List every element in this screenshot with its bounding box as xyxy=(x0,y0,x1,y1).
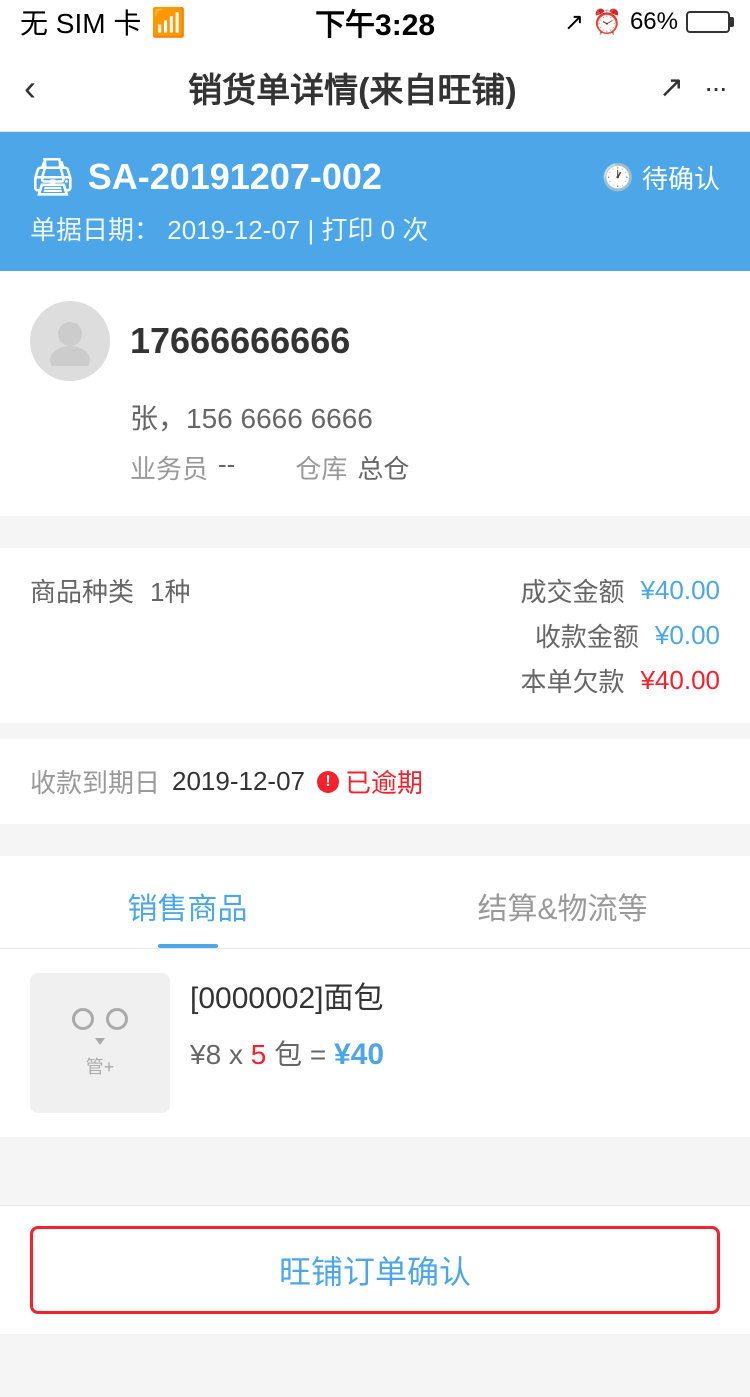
tab-products[interactable]: 销售商品 xyxy=(0,856,375,948)
tabs: 销售商品 结算&物流等 xyxy=(0,856,750,949)
alarm-icon: ⏰ xyxy=(592,8,622,37)
customer-name: 张，156 6666 6666 xyxy=(130,397,720,437)
amount-value: ¥40.00 xyxy=(640,575,720,606)
owl-beak xyxy=(95,1038,105,1045)
received-row: 收款金额 ¥0.00 xyxy=(535,617,720,654)
owed-value: ¥40.00 xyxy=(640,665,720,696)
warehouse-value: 总仓 xyxy=(357,449,409,486)
due-date-value: 2019-12-07 xyxy=(172,766,305,797)
product-price-row: ¥8 x 5 包 = ¥40 xyxy=(190,1033,720,1073)
salesman-value: -- xyxy=(218,449,235,486)
nav-actions: ↗ ··· xyxy=(659,70,726,105)
bottom-button-area: 旺铺订单确认 xyxy=(0,1205,750,1334)
divider-2 xyxy=(0,840,750,856)
received-value: ¥0.00 xyxy=(655,620,720,651)
owl-label: 管+ xyxy=(86,1053,115,1079)
product-placeholder: 管+ xyxy=(72,1008,128,1079)
price-times: x xyxy=(229,1039,251,1070)
product-total: ¥40 xyxy=(334,1038,384,1071)
share-button[interactable]: ↗ xyxy=(659,70,684,105)
order-print-info: | 打印 0 次 xyxy=(307,215,428,245)
status-text: 待确认 xyxy=(642,159,720,196)
divider-1 xyxy=(0,532,750,548)
overdue-dot-icon: ! xyxy=(317,771,339,793)
received-label: 收款金额 xyxy=(535,617,639,654)
status-bar: 无 SIM 卡 📶 下午3:28 ↗ ⏰ 66% xyxy=(0,0,750,44)
order-id: 🖨 SA-20191207-002 xyxy=(30,156,382,198)
overdue-text: 已逾期 xyxy=(345,763,423,800)
order-date-value: 2019-12-07 xyxy=(167,215,300,245)
equals-sign: = xyxy=(310,1039,334,1070)
warehouse-label: 仓库 xyxy=(295,449,347,486)
order-date-label: 单据日期： xyxy=(30,215,160,245)
wifi-icon: 📶 xyxy=(151,6,186,39)
amount-row: 成交金额 ¥40.00 xyxy=(520,572,720,609)
avatar-icon xyxy=(45,316,95,366)
product-item: 管+ [0000002]面包 ¥8 x 5 包 = ¥40 xyxy=(30,973,720,1113)
status-clock-icon: 🕐 xyxy=(602,162,634,193)
summary-card: 商品种类 1种 成交金额 ¥40.00 收款金额 ¥0.00 本单欠款 ¥40.… xyxy=(0,548,750,723)
product-image: 管+ xyxy=(30,973,170,1113)
customer-avatar xyxy=(30,301,110,381)
overdue-badge: ! 已逾期 xyxy=(317,763,423,800)
more-button[interactable]: ··· xyxy=(704,72,726,104)
product-list: 管+ [0000002]面包 ¥8 x 5 包 = ¥40 xyxy=(0,949,750,1137)
product-price: ¥8 xyxy=(190,1039,221,1070)
owl-eyes xyxy=(72,1008,128,1030)
confirm-button[interactable]: 旺铺订单确认 xyxy=(30,1226,720,1314)
customer-card: 17666666666 张，156 6666 6666 业务员 -- 仓库 总仓 xyxy=(0,271,750,516)
owed-row: 本单欠款 ¥40.00 xyxy=(520,662,720,699)
warehouse-info: 仓库 总仓 xyxy=(295,449,409,486)
order-id-text: SA-20191207-002 xyxy=(88,156,382,198)
product-type-label: 商品种类 xyxy=(30,572,150,609)
product-name: [0000002]面包 xyxy=(190,973,720,1017)
page-title: 销货单详情(来自旺铺) xyxy=(46,63,659,112)
status-time: 下午3:28 xyxy=(315,0,435,44)
salesman-info: 业务员 -- xyxy=(130,449,235,486)
status-carrier: 无 SIM 卡 📶 xyxy=(20,2,186,42)
back-button[interactable]: ‹ xyxy=(14,57,46,119)
order-status: 🕐 待确认 xyxy=(602,159,720,196)
due-date-card: 收款到期日 2019-12-07 ! 已逾期 xyxy=(0,739,750,824)
carrier-text: 无 SIM 卡 xyxy=(20,2,141,42)
status-right: ↗ ⏰ 66% xyxy=(564,8,730,37)
product-qty: 5 xyxy=(251,1039,267,1070)
product-details: [0000002]面包 ¥8 x 5 包 = ¥40 xyxy=(190,973,720,1073)
battery-icon xyxy=(686,11,730,33)
order-icon: 🖨 xyxy=(30,156,76,198)
tab-settlement[interactable]: 结算&物流等 xyxy=(375,856,750,948)
order-banner: 🖨 SA-20191207-002 🕐 待确认 单据日期： 2019-12-07… xyxy=(0,132,750,271)
amount-label: 成交金额 xyxy=(520,572,624,609)
nav-bar: ‹ 销货单详情(来自旺铺) ↗ ··· xyxy=(0,44,750,132)
owl-eye-right xyxy=(106,1008,128,1030)
due-date-label: 收款到期日 xyxy=(30,763,160,800)
owed-label: 本单欠款 xyxy=(520,662,624,699)
product-unit: 包 xyxy=(274,1039,302,1070)
customer-phone: 17666666666 xyxy=(130,320,350,362)
location-icon: ↗ xyxy=(564,8,584,37)
product-type-row: 商品种类 1种 xyxy=(30,572,190,609)
product-type-value: 1种 xyxy=(150,572,190,609)
owl-eye-left xyxy=(72,1008,94,1030)
battery-text: 66% xyxy=(630,8,678,36)
salesman-label: 业务员 xyxy=(130,449,208,486)
order-date: 单据日期： 2019-12-07 | 打印 0 次 xyxy=(30,210,720,247)
